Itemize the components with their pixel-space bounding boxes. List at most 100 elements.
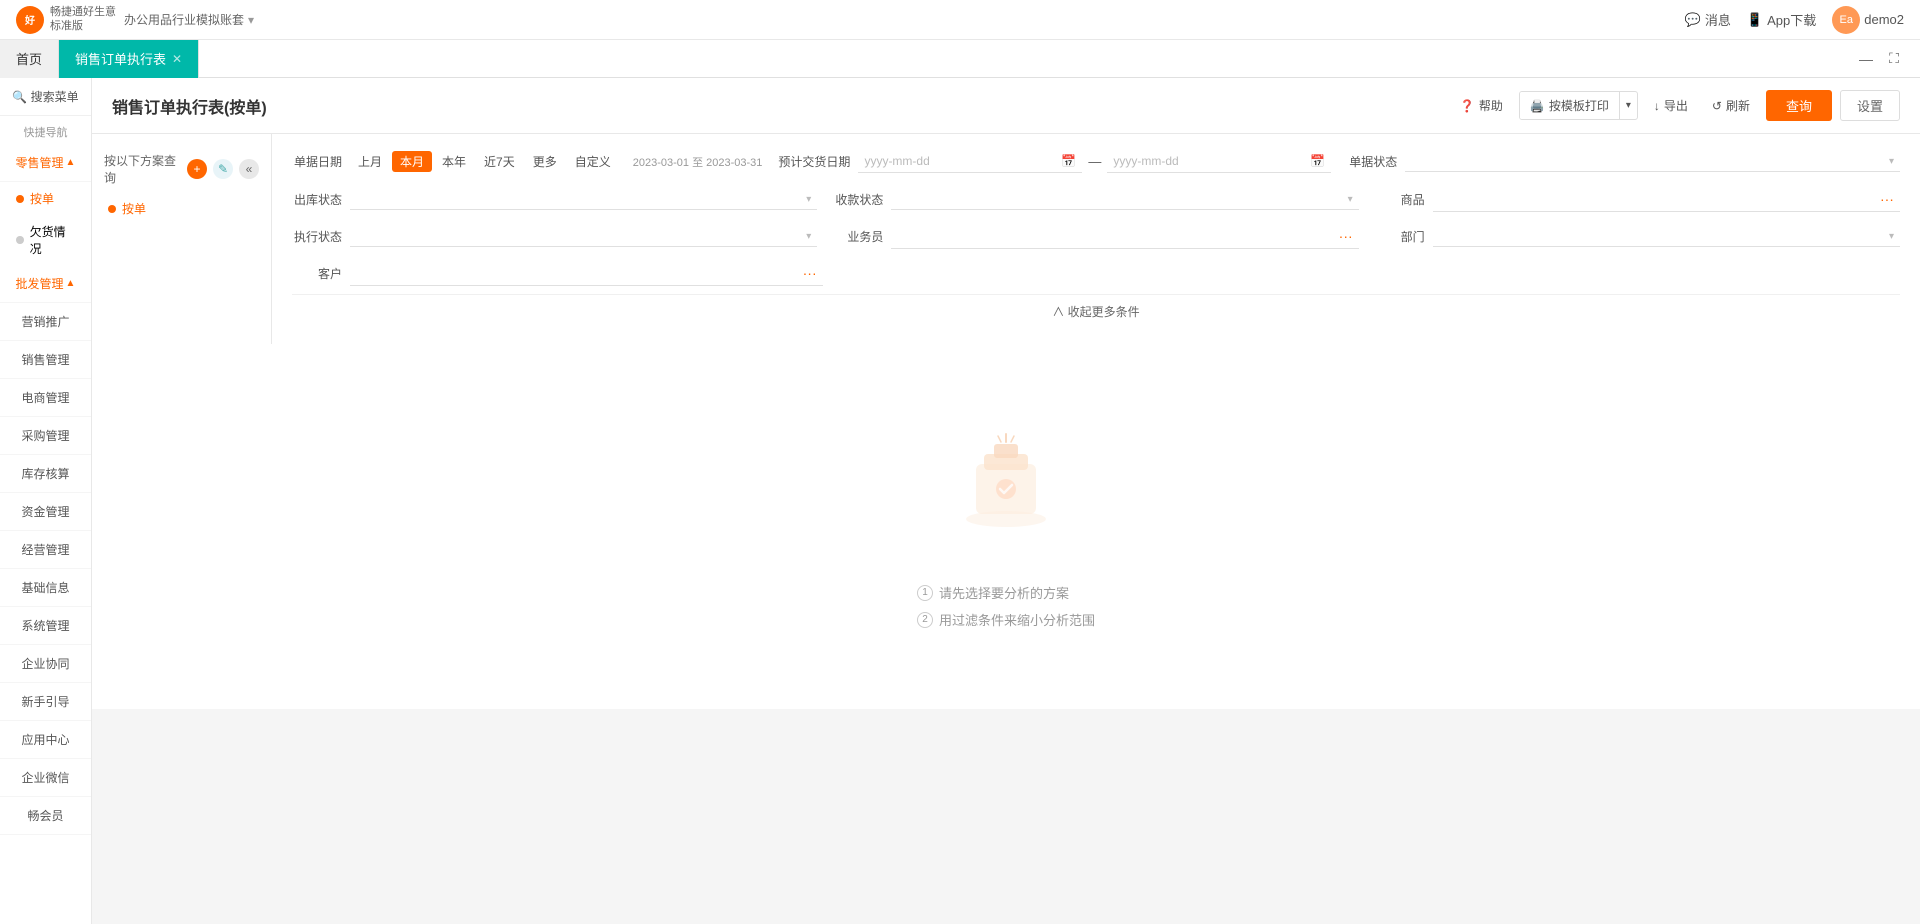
collect-status-dropdown-icon: ▾ bbox=[1348, 194, 1353, 205]
header-actions: ❓ 帮助 🖨️ 按模板打印 ▾ ↓ 导出 ↺ 刷新 bbox=[1452, 90, 1900, 121]
sidebar-item-appstore[interactable]: 应用中心 bbox=[0, 721, 91, 759]
sidebar-item-system[interactable]: 系统管理 bbox=[0, 607, 91, 645]
inactive-dot-icon bbox=[16, 236, 24, 244]
dept-select[interactable]: ▾ bbox=[1433, 227, 1900, 247]
sidebar-item-enterprise[interactable]: 企业协同 bbox=[0, 645, 91, 683]
customer-input[interactable]: ··· bbox=[350, 261, 823, 286]
dept-dropdown-icon: ▾ bbox=[1889, 231, 1894, 242]
filter-scheme-header: 按以下方案查询 + ✎ « bbox=[92, 146, 271, 192]
date-tab-last7[interactable]: 近7天 bbox=[476, 151, 523, 172]
sidebar-item-inventory[interactable]: 库存核算 bbox=[0, 455, 91, 493]
sidebar-item-sales[interactable]: 销售管理 bbox=[0, 341, 91, 379]
sidebar-sub-item-欠货情况[interactable]: 欠货情况 bbox=[0, 215, 91, 265]
tab-home[interactable]: 首页 bbox=[0, 40, 59, 78]
logo-area: 好 畅捷通好生意 标准版 bbox=[16, 6, 116, 34]
salesman-label: 业务员 bbox=[833, 228, 883, 245]
dept-group: 部门 ▾ bbox=[1375, 227, 1900, 247]
query-button[interactable]: 查询 bbox=[1766, 90, 1832, 121]
refresh-icon: ↺ bbox=[1712, 99, 1722, 113]
sidebar-item-member[interactable]: 畅会员 bbox=[0, 797, 91, 835]
out-status-select[interactable]: ▾ bbox=[350, 190, 817, 210]
date-label: 单据日期 bbox=[292, 153, 342, 170]
page-header: 销售订单执行表(按单) ❓ 帮助 🖨️ 按模板打印 ▾ ↓ 导出 bbox=[92, 78, 1920, 134]
breadcrumb: 办公用品行业模拟账套 ▾ bbox=[124, 11, 254, 28]
message-icon: 💬 bbox=[1685, 12, 1701, 28]
product-group: 商品 ··· bbox=[1375, 187, 1900, 212]
salesman-more-icon[interactable]: ··· bbox=[1339, 228, 1353, 244]
user-menu[interactable]: Ea demo2 bbox=[1832, 6, 1904, 34]
sidebar: 🔍 搜索菜单 快捷导航 零售管理 ▲ 按单 欠货情况 批发管理 ▲ 营销推广 销… bbox=[0, 78, 92, 924]
tab-bar: 首页 销售订单执行表 ✕ — ⛶ bbox=[0, 40, 1920, 78]
sidebar-item-newbie[interactable]: 新手引导 bbox=[0, 683, 91, 721]
export-button[interactable]: ↓ 导出 bbox=[1646, 93, 1696, 118]
help-button[interactable]: ❓ 帮助 bbox=[1452, 93, 1511, 118]
tab-sales-order[interactable]: 销售订单执行表 ✕ bbox=[59, 40, 199, 78]
export-icon: ↓ bbox=[1654, 99, 1660, 113]
edit-scheme-button[interactable]: ✎ bbox=[213, 159, 233, 179]
print-main-button[interactable]: 🖨️ 按模板打印 bbox=[1520, 92, 1620, 119]
scheme-actions: + ✎ « bbox=[187, 159, 259, 179]
empty-tip-2: 2 用过滤条件来缩小分析范围 bbox=[917, 610, 1095, 629]
sidebar-item-ecom[interactable]: 电商管理 bbox=[0, 379, 91, 417]
customer-more-icon[interactable]: ··· bbox=[803, 265, 817, 281]
scheme-item-按单[interactable]: 按单 bbox=[92, 192, 271, 225]
top-bar-right: 💬 消息 📱 App下载 Ea demo2 bbox=[1685, 6, 1904, 34]
product-label: 商品 bbox=[1375, 191, 1425, 208]
filter-panel: 按以下方案查询 + ✎ « 按单 单据 bbox=[92, 134, 1920, 344]
setting-button[interactable]: 设置 bbox=[1840, 90, 1900, 121]
date-tab-this-month[interactable]: 本月 bbox=[392, 151, 432, 172]
status-select[interactable]: ▾ bbox=[1405, 152, 1900, 172]
sidebar-quick-nav: 快捷导航 bbox=[0, 116, 91, 144]
exec-status-select[interactable]: ▾ bbox=[350, 227, 817, 247]
calendar-to-icon: 📅 bbox=[1310, 154, 1325, 168]
sidebar-item-basic[interactable]: 基础信息 bbox=[0, 569, 91, 607]
exec-status-group: 执行状态 ▾ bbox=[292, 227, 817, 247]
add-scheme-button[interactable]: + bbox=[187, 159, 207, 179]
tab-expand-button[interactable]: ⛶ bbox=[1884, 49, 1904, 69]
empty-tips: 1 请先选择要分析的方案 2 用过滤条件来缩小分析范围 bbox=[917, 583, 1095, 629]
expected-date-group: 预计交货日期 yyyy-mm-dd 📅 — yyyy-mm-dd 📅 bbox=[778, 150, 1331, 173]
expected-date-label: 预计交货日期 bbox=[778, 153, 850, 170]
sidebar-item-finance[interactable]: 资金管理 bbox=[0, 493, 91, 531]
date-range-text: 2023-03-01 至 2023-03-31 bbox=[633, 154, 763, 170]
tab-minimize-button[interactable]: — bbox=[1856, 49, 1876, 69]
sidebar-search[interactable]: 🔍 搜索菜单 bbox=[0, 78, 91, 116]
content-area: 销售订单执行表(按单) ❓ 帮助 🖨️ 按模板打印 ▾ ↓ 导出 bbox=[92, 78, 1920, 924]
expected-date-to[interactable]: yyyy-mm-dd 📅 bbox=[1107, 150, 1331, 173]
date-tab-this-year[interactable]: 本年 bbox=[434, 151, 474, 172]
sidebar-item-operation[interactable]: 经营管理 bbox=[0, 531, 91, 569]
sidebar-item-wechat[interactable]: 企业微信 bbox=[0, 759, 91, 797]
download-icon: 📱 bbox=[1747, 12, 1763, 28]
top-bar-left: 好 畅捷通好生意 标准版 办公用品行业模拟账套 ▾ bbox=[16, 6, 254, 34]
collapse-scheme-button[interactable]: « bbox=[239, 159, 259, 179]
collapse-button[interactable]: ∧ 收起更多条件 bbox=[292, 294, 1900, 328]
exec-status-dropdown-icon: ▾ bbox=[806, 231, 811, 242]
collect-status-label: 收款状态 bbox=[833, 191, 883, 208]
date-tabs: 上月 本月 本年 近7天 更多 自定义 bbox=[350, 151, 619, 172]
top-bar: 好 畅捷通好生意 标准版 办公用品行业模拟账套 ▾ 💬 消息 📱 App下载 E… bbox=[0, 0, 1920, 40]
filter-row-3: 执行状态 ▾ 业务员 ··· 部门 bbox=[292, 224, 1900, 249]
tab-close-icon[interactable]: ✕ bbox=[172, 52, 182, 66]
sidebar-item-purchase[interactable]: 采购管理 bbox=[0, 417, 91, 455]
sidebar-item-wholesale[interactable]: 批发管理 ▲ bbox=[0, 265, 91, 303]
breadcrumb-arrow-icon[interactable]: ▾ bbox=[248, 13, 254, 27]
print-arrow-button[interactable]: ▾ bbox=[1620, 95, 1637, 116]
expected-date-from[interactable]: yyyy-mm-dd 📅 bbox=[858, 150, 1082, 173]
date-tab-more[interactable]: 更多 bbox=[525, 151, 565, 172]
date-tab-last-month[interactable]: 上月 bbox=[350, 151, 390, 172]
filter-scheme-panel: 按以下方案查询 + ✎ « 按单 bbox=[92, 134, 272, 344]
status-filter-group: 单据状态 ▾ bbox=[1347, 152, 1900, 172]
product-input[interactable]: ··· bbox=[1433, 187, 1900, 212]
home-tab-label: 首页 bbox=[16, 49, 42, 68]
salesman-input[interactable]: ··· bbox=[891, 224, 1358, 249]
collect-status-select[interactable]: ▾ bbox=[891, 190, 1358, 210]
sidebar-item-marketing[interactable]: 营销推广 bbox=[0, 303, 91, 341]
refresh-button[interactable]: ↺ 刷新 bbox=[1704, 93, 1758, 118]
collect-status-group: 收款状态 ▾ bbox=[833, 190, 1358, 210]
date-tab-custom[interactable]: 自定义 bbox=[567, 151, 619, 172]
message-button[interactable]: 💬 消息 bbox=[1685, 10, 1731, 29]
product-more-icon[interactable]: ··· bbox=[1880, 191, 1894, 207]
sidebar-sub-item-按单[interactable]: 按单 bbox=[0, 182, 91, 215]
sidebar-item-retail[interactable]: 零售管理 ▲ bbox=[0, 144, 91, 182]
app-download-button[interactable]: 📱 App下载 bbox=[1747, 10, 1816, 29]
